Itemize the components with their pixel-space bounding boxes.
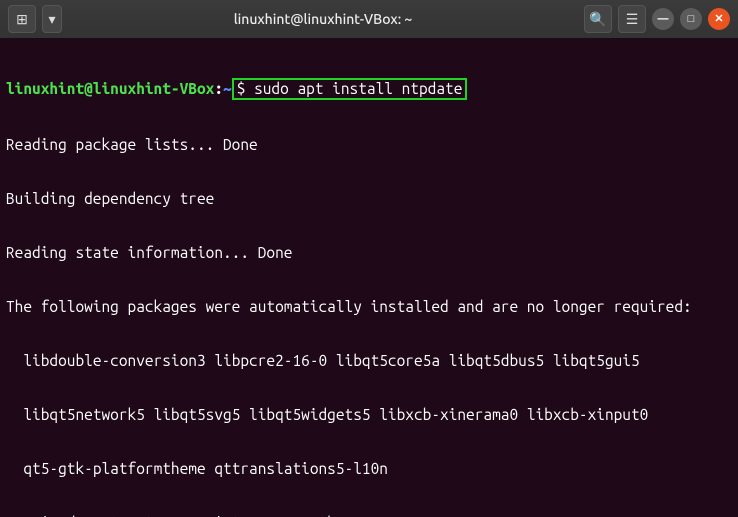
output-line: libqt5network5 libqt5svg5 libqt5widgets5… [6, 406, 732, 424]
output-line: Reading state information... Done [6, 244, 732, 262]
search-button[interactable]: 🔍 [584, 5, 612, 33]
new-tab-button[interactable]: ⊞ [8, 5, 36, 33]
output-line: The following packages were automaticall… [6, 298, 732, 316]
titlebar-left-controls: ⊞ ▾ [8, 5, 62, 33]
command-line: linuxhint@linuxhint-VBox:~$ sudo apt ins… [6, 78, 732, 100]
prompt-colon: : [214, 80, 223, 97]
window-titlebar: ⊞ ▾ linuxhint@linuxhint-VBox: ~ 🔍 ☰ — □ … [0, 0, 738, 38]
minimize-button[interactable]: — [652, 8, 674, 30]
prompt-user-host: linuxhint@linuxhint-VBox [6, 80, 214, 97]
hamburger-menu-button[interactable]: ☰ [618, 5, 646, 33]
close-button[interactable]: ✕ [708, 8, 730, 30]
output-line: Reading package lists... Done [6, 136, 732, 154]
titlebar-right-controls: 🔍 ☰ — □ ✕ [584, 5, 730, 33]
output-line: Building dependency tree [6, 190, 732, 208]
output-line: qt5-gtk-platformtheme qttranslations5-l1… [6, 460, 732, 478]
terminal-area[interactable]: linuxhint@linuxhint-VBox:~$ sudo apt ins… [0, 38, 738, 517]
window-title: linuxhint@linuxhint-VBox: ~ [68, 10, 578, 28]
output-line: libdouble-conversion3 libpcre2-16-0 libq… [6, 352, 732, 370]
maximize-button[interactable]: □ [680, 8, 702, 30]
highlighted-command: $ sudo apt install ntpdate [232, 78, 468, 100]
tab-dropdown-button[interactable]: ▾ [42, 5, 62, 33]
prompt-path: ~ [223, 80, 232, 97]
